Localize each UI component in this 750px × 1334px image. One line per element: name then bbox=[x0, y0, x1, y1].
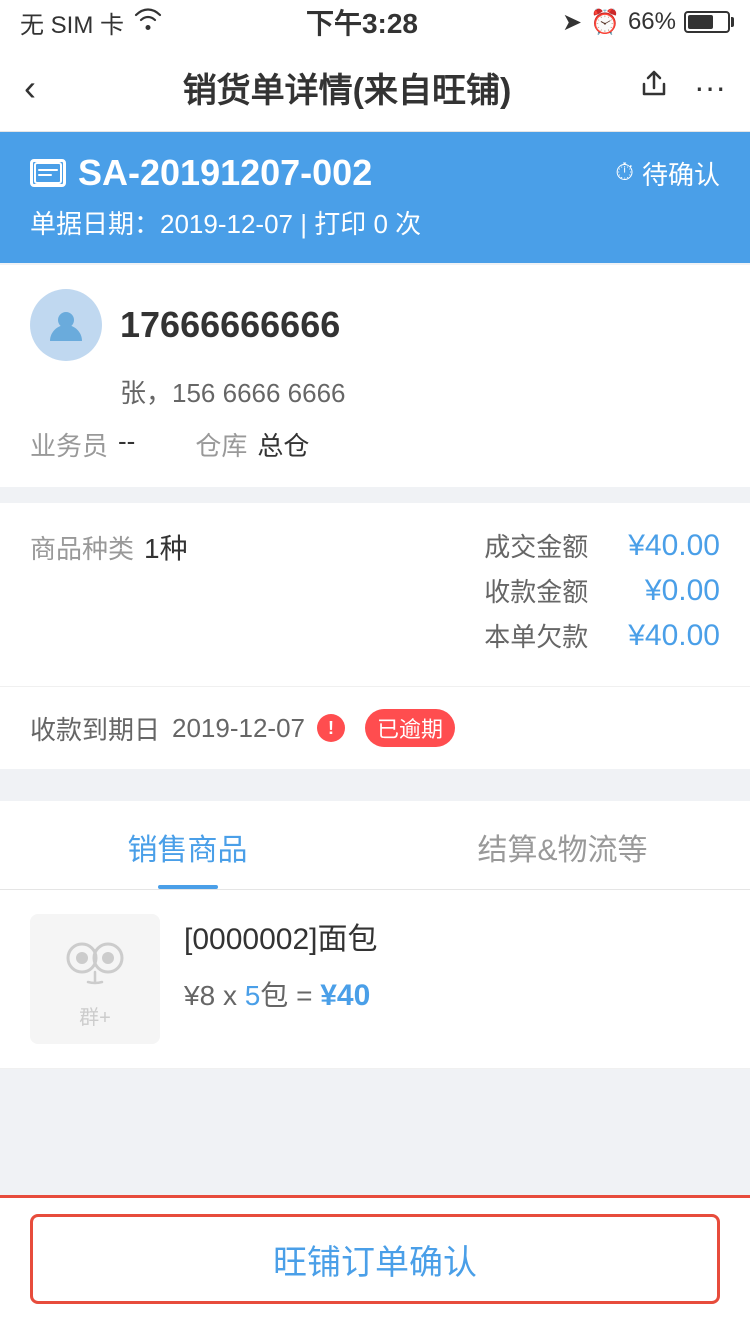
order-status: ⏱ 待确认 bbox=[615, 155, 720, 192]
tabs: 销售商品 结算&物流等 bbox=[0, 801, 750, 890]
amounts: 成交金额 ¥40.00 收款金额 ¥0.00 本单欠款 ¥40.00 bbox=[484, 527, 720, 662]
received-label: 收款金额 bbox=[484, 572, 588, 609]
customer-card: 17666666666 张，156 6666 6666 业务员 -- 仓库 总仓 bbox=[0, 265, 750, 487]
alert-icon: ! bbox=[317, 714, 345, 742]
amount-label: 成交金额 bbox=[484, 527, 588, 564]
due-label: 收款到期日 bbox=[30, 710, 160, 747]
location-icon: ➤ bbox=[562, 8, 582, 37]
clock-icon: ⏱ bbox=[615, 159, 634, 187]
customer-phone: 17666666666 bbox=[120, 304, 340, 346]
order-date: 单据日期：2019-12-07 | 打印 0 次 bbox=[30, 204, 720, 241]
summary-card: 商品种类 1种 成交金额 ¥40.00 收款金额 ¥0.00 本单欠款 ¥40.… bbox=[0, 503, 750, 686]
status-bar: 无 SIM 卡 下午3:28 ➤ ⏰ 66% bbox=[0, 0, 750, 44]
status-time: 下午3:28 bbox=[306, 2, 418, 42]
back-button[interactable]: ‹ bbox=[24, 67, 36, 109]
due-date: 2019-12-07 bbox=[172, 713, 305, 744]
tab-products[interactable]: 销售商品 bbox=[0, 801, 375, 889]
status-text: 待确认 bbox=[642, 155, 720, 192]
sales-value: -- bbox=[118, 426, 135, 463]
warehouse-value: 总仓 bbox=[257, 426, 309, 463]
divider-1 bbox=[0, 487, 750, 503]
logo-plus: 群+ bbox=[79, 1001, 111, 1030]
divider-2 bbox=[0, 769, 750, 785]
share-icon[interactable] bbox=[638, 68, 670, 108]
avatar bbox=[30, 289, 102, 361]
order-icon bbox=[30, 159, 66, 187]
product-type-value: 1种 bbox=[144, 527, 188, 567]
order-id: SA-20191207-002 bbox=[30, 152, 372, 194]
wifi-icon bbox=[134, 8, 162, 37]
product-type-label: 商品种类 bbox=[30, 529, 134, 566]
battery-icon bbox=[684, 11, 730, 33]
battery-percentage: 66% bbox=[628, 8, 676, 36]
product-info: [0000002]面包 ¥8 x 5包 = ¥40 bbox=[184, 914, 720, 1044]
alarm-icon: ⏰ bbox=[590, 8, 620, 37]
nav-bar: ‹ 销货单详情(来自旺铺) ··· bbox=[0, 44, 750, 132]
carrier-label: 无 SIM 卡 bbox=[20, 5, 124, 40]
owed-label: 本单欠款 bbox=[484, 617, 588, 654]
product-name: [0000002]面包 bbox=[184, 914, 720, 958]
owed-value: ¥40.00 bbox=[628, 619, 720, 653]
customer-meta: 业务员 -- 仓库 总仓 bbox=[30, 426, 720, 463]
product-price: ¥8 x 5包 = ¥40 bbox=[184, 974, 720, 1014]
confirm-button[interactable]: 旺铺订单确认 bbox=[30, 1214, 720, 1304]
product-logo bbox=[60, 928, 130, 997]
status-right: ➤ ⏰ 66% bbox=[562, 8, 730, 37]
status-left: 无 SIM 卡 bbox=[20, 5, 162, 40]
product-card: 群+ [0000002]面包 ¥8 x 5包 = ¥40 bbox=[0, 890, 750, 1069]
more-icon[interactable]: ··· bbox=[694, 69, 726, 106]
received-value: ¥0.00 bbox=[645, 574, 720, 608]
overdue-badge: 已逾期 bbox=[365, 709, 455, 747]
tab-settlement[interactable]: 结算&物流等 bbox=[375, 801, 750, 889]
product-thumbnail: 群+ bbox=[30, 914, 160, 1044]
warehouse-label: 仓库 bbox=[195, 426, 247, 463]
nav-actions: ··· bbox=[638, 68, 726, 108]
bottom-bar: 旺铺订单确认 bbox=[0, 1195, 750, 1334]
sales-label: 业务员 bbox=[30, 426, 108, 463]
order-header: SA-20191207-002 ⏱ 待确认 单据日期：2019-12-07 | … bbox=[0, 132, 750, 263]
page-title: 销货单详情(来自旺铺) bbox=[56, 63, 638, 112]
due-date-card: 收款到期日 2019-12-07 ! 已逾期 bbox=[0, 686, 750, 769]
amount-value: ¥40.00 bbox=[628, 529, 720, 563]
customer-row: 17666666666 bbox=[30, 289, 720, 361]
customer-name: 张，156 6666 6666 bbox=[30, 373, 720, 410]
